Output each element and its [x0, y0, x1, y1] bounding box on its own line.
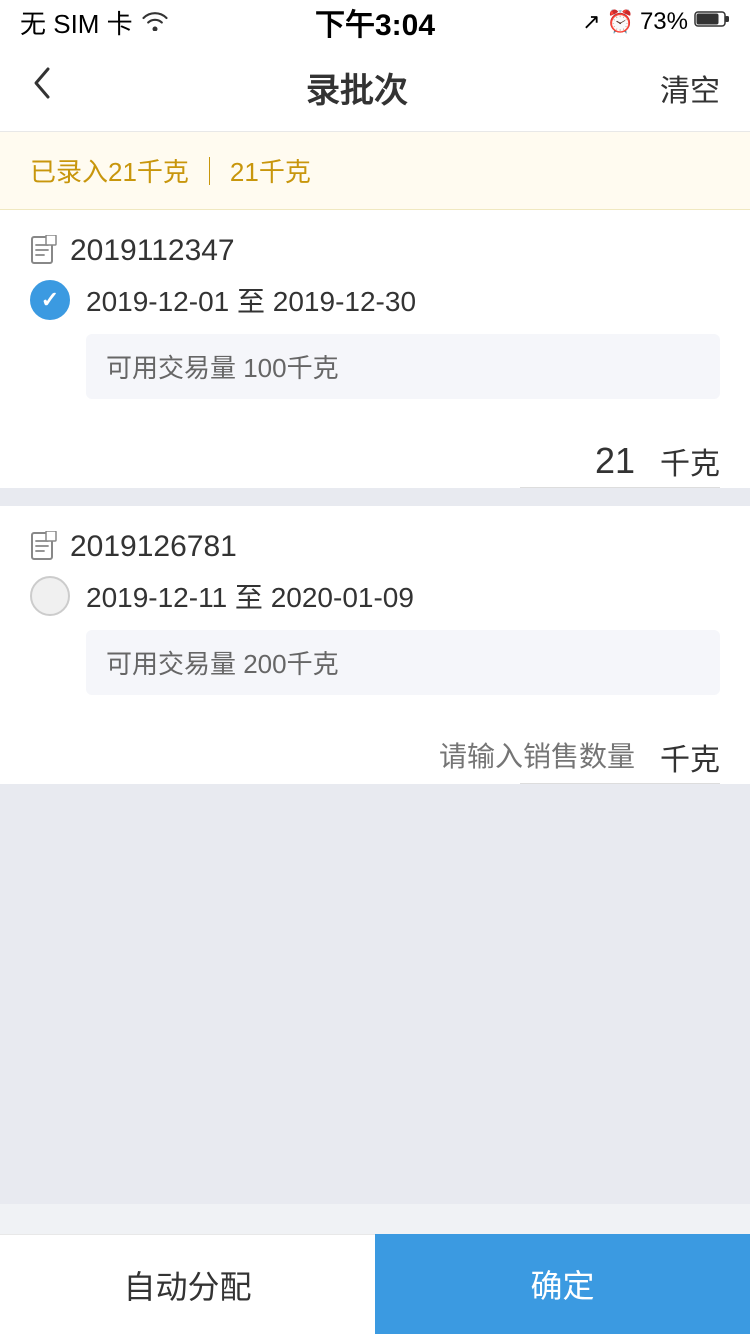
bottom-bar: 自动分配 确定 — [0, 1234, 750, 1334]
qty-input-1[interactable] — [530, 440, 650, 482]
total-label: 21千克 — [230, 152, 311, 189]
wifi-icon — [141, 7, 169, 38]
alarm-icon: ⏰ — [607, 9, 634, 35]
doc-icon-1 — [30, 235, 62, 267]
avail-box-1: 可用交易量 100千克 — [86, 334, 720, 399]
info-divider — [209, 157, 210, 185]
batch-item-2: 2019126781 2019-12-11 至 2020-01-09 可用交易量… — [0, 506, 750, 784]
batch-item-1: 2019112347 2019-12-01 至 2019-12-30 可用交易量… — [0, 210, 750, 488]
doc-icon-2 — [30, 531, 62, 563]
recorded-label: 已录入21千克 — [30, 152, 189, 189]
location-icon: ↗ — [582, 9, 600, 35]
qty-input-2[interactable] — [390, 741, 650, 773]
page-title: 录批次 — [306, 63, 408, 112]
avail-box-2: 可用交易量 200千克 — [86, 630, 720, 695]
qty-unit-2: 千克 — [660, 735, 720, 779]
qty-row-2: 千克 — [0, 715, 750, 779]
clear-button[interactable]: 清空 — [660, 66, 720, 110]
radio-btn-1[interactable] — [30, 280, 70, 320]
confirm-button[interactable]: 确定 — [375, 1234, 750, 1334]
carrier-label: 无 SIM 卡 — [20, 4, 133, 41]
status-time: 下午3:04 — [315, 0, 435, 44]
qty-row-1: 千克 — [0, 419, 750, 483]
separator-1 — [0, 488, 750, 506]
back-button[interactable] — [30, 63, 54, 112]
batch-date-1: 2019-12-01 至 2019-12-30 — [86, 280, 416, 320]
status-bar: 无 SIM 卡 下午3:04 ↗ ⏰ 73% — [0, 0, 750, 44]
batch-id-2: 2019126781 — [70, 530, 237, 564]
qty-unit-1: 千克 — [660, 439, 720, 483]
nav-bar: 录批次 清空 — [0, 44, 750, 132]
empty-area — [0, 784, 750, 1204]
auto-distribute-button[interactable]: 自动分配 — [0, 1234, 375, 1334]
info-banner: 已录入21千克 21千克 — [0, 132, 750, 210]
radio-btn-2[interactable] — [30, 576, 70, 616]
batch-id-1: 2019112347 — [70, 234, 235, 268]
battery-label: 73% — [640, 8, 688, 36]
batch-date-2: 2019-12-11 至 2020-01-09 — [86, 576, 414, 616]
battery-icon — [694, 8, 730, 36]
